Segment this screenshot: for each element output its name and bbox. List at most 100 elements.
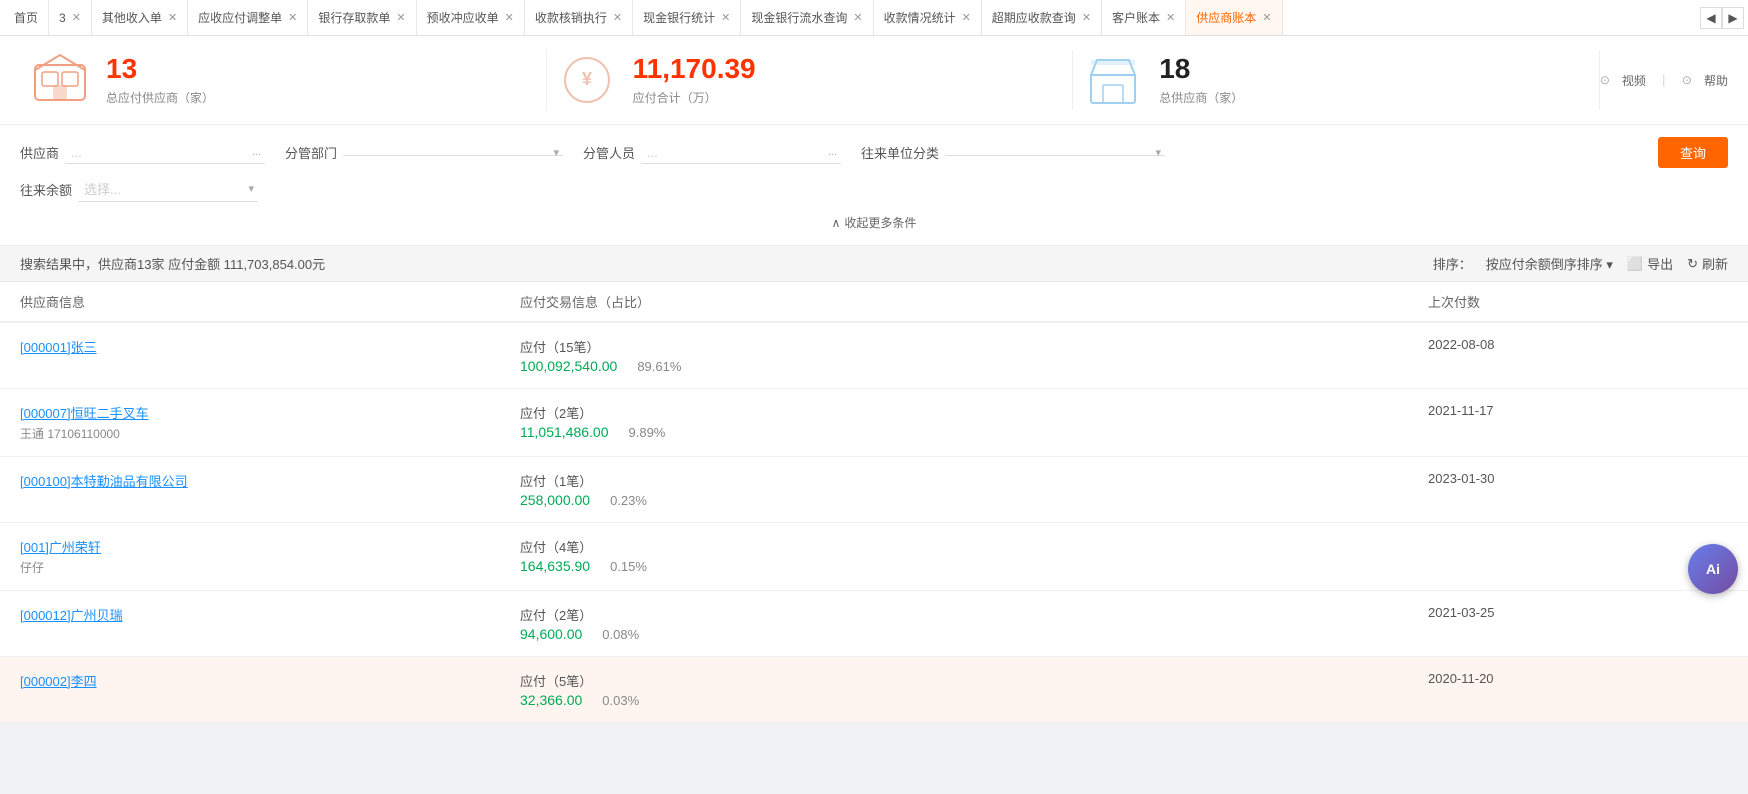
close-icon[interactable]: ✕ <box>1082 11 1091 24</box>
supplier-link[interactable]: [000100]本特勤油品有限公司 <box>20 471 520 490</box>
tx-percent: 9.89% <box>629 425 666 440</box>
filter-row-2: 往来余额 选择... ▾ <box>20 176 1728 202</box>
close-icon[interactable]: ✕ <box>853 11 862 24</box>
tx-percent: 0.23% <box>610 493 647 508</box>
col-tx-info: 应付交易信息（占比） <box>520 292 1428 311</box>
table-header: 供应商信息 应付交易信息（占比） 上次付数 <box>0 282 1748 323</box>
close-icon[interactable]: ✕ <box>721 11 730 24</box>
chevron-down-icon-2: ▾ <box>1156 146 1162 159</box>
tx-percent: 89.61% <box>637 359 681 374</box>
refresh-button[interactable]: ↻ 刷新 <box>1687 254 1728 273</box>
person-filter-input[interactable]: ... ... <box>641 142 841 164</box>
nav-next-button[interactable]: ▶ <box>1722 7 1744 29</box>
table-row: [001]广州荣轩 仔仔 应付（4笔） 164,635.90 0.15% <box>0 523 1748 591</box>
summary-card-total-suppliers: 18 总供应商（家） <box>1073 50 1600 110</box>
result-info: 搜索结果中，供应商13家 应付金额 111,703,854.00元 <box>20 254 325 273</box>
close-icon[interactable]: ✕ <box>1262 11 1271 24</box>
supplier-link[interactable]: [001]广州荣轩 <box>20 537 520 556</box>
ai-assistant-button[interactable]: Ai <box>1688 544 1738 594</box>
tx-amount-row: 100,092,540.00 89.61% <box>520 356 1428 374</box>
chevron-icon: ... <box>252 146 261 158</box>
close-icon[interactable]: ✕ <box>613 11 622 24</box>
tx-amount[interactable]: 100,092,540.00 <box>520 358 617 374</box>
query-button[interactable]: 查询 <box>1658 137 1728 168</box>
nav-tab-receipt-stat[interactable]: 收款情况统计 ✕ <box>874 0 982 36</box>
tx-percent: 0.03% <box>602 693 639 708</box>
tx-label: 应付（2笔） <box>520 605 1428 624</box>
tx-amount[interactable]: 11,051,486.00 <box>520 424 609 440</box>
nav-prev-button[interactable]: ◀ <box>1700 7 1722 29</box>
close-icon[interactable]: ✕ <box>505 11 514 24</box>
unit-type-filter-input[interactable]: ▾ <box>945 149 1165 156</box>
balance-placeholder: 选择... <box>84 179 121 198</box>
tx-percent: 0.15% <box>610 559 647 574</box>
tx-amount[interactable]: 32,366.00 <box>520 692 582 708</box>
nav-tab-supplier-ledger[interactable]: 供应商账本 ✕ <box>1186 0 1282 36</box>
tx-label: 应付（15笔） <box>520 337 1428 356</box>
close-icon[interactable]: ✕ <box>168 11 177 24</box>
tx-amount[interactable]: 94,600.00 <box>520 626 582 642</box>
dept-filter-label: 分管部门 <box>285 143 337 162</box>
nav-tab-other-income[interactable]: 其他收入单 ✕ <box>92 0 188 36</box>
tx-label: 应付（4笔） <box>520 537 1428 556</box>
nav-tab-cash-bank-query[interactable]: 现金银行流水查询 ✕ <box>741 0 873 36</box>
tx-info-cell: 应付（5笔） 32,366.00 0.03% <box>520 671 1428 708</box>
nav-tab-3[interactable]: 3 ✕ <box>49 0 92 36</box>
supplier-info-cell: [000012]广州贝瑞 <box>20 605 520 624</box>
table-row: [000012]广州贝瑞 应付（2笔） 94,600.00 0.08% 2021… <box>0 591 1748 657</box>
tx-label: 应付（1笔） <box>520 471 1428 490</box>
col-last-pay: 上次付数 <box>1428 292 1728 311</box>
nav-tab-home[interactable]: 首页 <box>4 0 49 36</box>
supplier-link[interactable]: [000002]李四 <box>20 671 520 690</box>
last-pay-date: 2022-08-08 <box>1428 337 1495 352</box>
balance-filter-input[interactable]: 选择... ▾ <box>78 176 258 202</box>
nav-tab-cash-bank-stat[interactable]: 现金银行统计 ✕ <box>633 0 741 36</box>
video-link[interactable]: 视频 <box>1622 72 1646 89</box>
tx-info-cell: 应付（15笔） 100,092,540.00 89.61% <box>520 337 1428 374</box>
nav-tab-prepay-ar[interactable]: 预收冲应收单 ✕ <box>417 0 525 36</box>
supplier-info-cell: [000007]恒旺二手叉车 王通 17106110000 <box>20 403 520 442</box>
nav-tab-overdue-ar[interactable]: 超期应收款查询 ✕ <box>982 0 1102 36</box>
close-icon[interactable]: ✕ <box>72 11 81 24</box>
supplier-placeholder: ... <box>71 145 82 160</box>
tx-info-cell: 应付（2笔） 94,600.00 0.08% <box>520 605 1428 642</box>
export-button[interactable]: ⬜ 导出 <box>1627 254 1673 273</box>
collapse-button[interactable]: ∧ 收起更多条件 <box>20 210 1728 237</box>
table-row: [000100]本特勤油品有限公司 应付（1笔） 258,000.00 0.23… <box>0 457 1748 523</box>
shop-icon <box>1083 50 1143 110</box>
supplier-link[interactable]: [000012]广州贝瑞 <box>20 605 520 624</box>
close-icon[interactable]: ✕ <box>288 11 297 24</box>
person-placeholder: ... <box>647 145 658 160</box>
close-icon[interactable]: ✕ <box>962 11 971 24</box>
nav-tab-ar-ap-adjust[interactable]: 应收应付调整单 ✕ <box>188 0 308 36</box>
supplier-info-cell: [000001]张三 <box>20 337 520 356</box>
help-link[interactable]: 帮助 <box>1704 72 1728 89</box>
last-pay-cell: 2021-11-17 <box>1428 403 1728 418</box>
supplier-link[interactable]: [000007]恒旺二手叉车 <box>20 403 520 422</box>
supplier-filter-input[interactable]: ... ... <box>65 142 265 164</box>
last-pay-cell: 2021-03-25 <box>1428 605 1728 620</box>
close-icon[interactable]: ✕ <box>396 11 405 24</box>
last-pay-cell: 2022-08-08 <box>1428 337 1728 352</box>
person-filter-label: 分管人员 <box>583 143 635 162</box>
dept-filter-input[interactable]: ▾ <box>343 149 563 156</box>
supplier-link[interactable]: [000001]张三 <box>20 337 520 356</box>
sort-value[interactable]: 按应付余额倒序排序 ▾ <box>1486 254 1613 273</box>
summary-bar: 13 总应付供应商（家） ¥ 11,170.39 应付合计（万） <box>0 36 1748 125</box>
nav-tab-customer-ledger[interactable]: 客户账本 ✕ <box>1102 0 1186 36</box>
sort-chevron-icon: ▾ <box>1606 257 1613 272</box>
close-icon[interactable]: ✕ <box>1166 11 1175 24</box>
supplier-table: 供应商信息 应付交易信息（占比） 上次付数 [000001]张三 应付（15笔）… <box>0 282 1748 723</box>
chevron-down-icon: ▾ <box>554 146 560 159</box>
nav-tab-bank-deposit[interactable]: 银行存取款单 ✕ <box>308 0 416 36</box>
export-icon: ⬜ <box>1627 256 1643 272</box>
nav-tab-receipt-exec[interactable]: 收款核销执行 ✕ <box>525 0 633 36</box>
last-pay-cell: 2020-11-20 <box>1428 671 1728 686</box>
person-filter: 分管人员 ... ... <box>583 142 841 164</box>
tx-info-cell: 应付（4笔） 164,635.90 0.15% <box>520 537 1428 574</box>
tx-amount-row: 94,600.00 0.08% <box>520 624 1428 642</box>
tx-amount[interactable]: 258,000.00 <box>520 492 590 508</box>
tx-info-cell: 应付（2笔） 11,051,486.00 9.89% <box>520 403 1428 440</box>
tx-amount[interactable]: 164,635.90 <box>520 558 590 574</box>
table-row: [000001]张三 应付（15笔） 100,092,540.00 89.61%… <box>0 323 1748 389</box>
